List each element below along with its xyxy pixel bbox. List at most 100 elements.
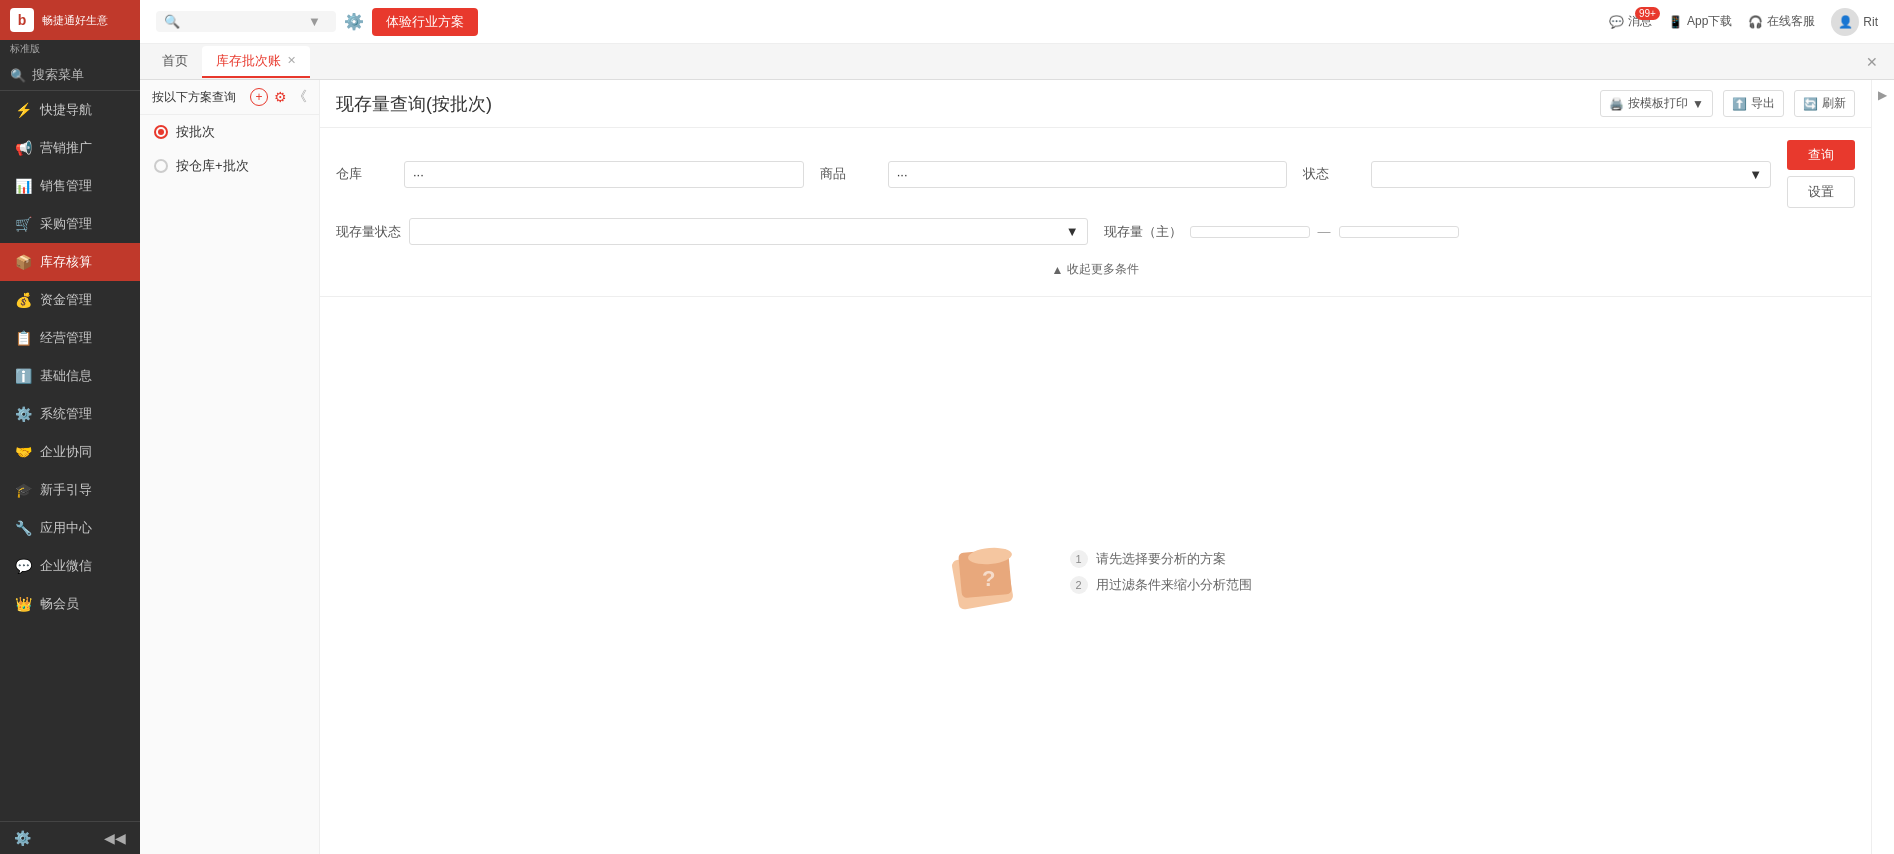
query-button[interactable]: 查询 — [1787, 140, 1855, 170]
vip-icon: 👑 — [14, 595, 32, 613]
sidebar-item-vip[interactable]: 👑 畅会员 — [0, 585, 140, 623]
print-dropdown-icon[interactable]: ▼ — [1692, 97, 1704, 111]
filter-collapse-icon[interactable]: 《 — [293, 88, 307, 106]
topbar-right: 💬 消息 99+ 📱 App下载 🎧 在线客服 👤 Rit — [1609, 8, 1878, 36]
print-label: 按模板打印 — [1628, 95, 1688, 112]
refresh-btn[interactable]: 🔄 刷新 — [1794, 90, 1855, 117]
tab-home-label: 首页 — [162, 52, 188, 70]
stock-status-select[interactable]: ▼ — [409, 218, 1088, 245]
content-wrapper: 按以下方案查询 + ⚙ 《 按批次 按仓库+批次 现存量查询(按批次) — [140, 80, 1894, 854]
sidebar-item-finance[interactable]: 💰 资金管理 — [0, 281, 140, 319]
sidebar-item-label: 企业微信 — [40, 557, 92, 575]
svg-text:?: ? — [982, 566, 995, 591]
collab-icon: 🤝 — [14, 443, 32, 461]
tab-close-main-icon[interactable]: ✕ — [1858, 54, 1886, 70]
sidebar-search-label: 搜索菜单 — [32, 66, 84, 84]
filter-item-label: 按仓库+批次 — [176, 157, 249, 175]
tab-home[interactable]: 首页 — [148, 46, 202, 78]
user-avatar: 👤 — [1831, 8, 1859, 36]
topbar-search-box[interactable]: 🔍 ▼ — [156, 11, 336, 32]
empty-tips: 1 请先选择要分析的方案 2 用过滤条件来缩小分析范围 — [1070, 550, 1252, 602]
settings-button[interactable]: 设置 — [1787, 176, 1855, 208]
stock-min-input[interactable] — [1190, 226, 1310, 238]
user-name: Rit — [1863, 15, 1878, 29]
experience-industry-button[interactable]: 体验行业方案 — [372, 8, 478, 36]
export-btn[interactable]: ⬆️ 导出 — [1723, 90, 1784, 117]
stock-max-input[interactable] — [1339, 226, 1459, 238]
stock-amount-field: 现存量（主） — — [1104, 223, 1856, 241]
filter-item-label: 按批次 — [176, 123, 215, 141]
sidebar-item-label: 基础信息 — [40, 367, 92, 385]
sidebar-header: b 畅捷通好生意 — [0, 0, 140, 40]
sidebar-item-collab[interactable]: 🤝 企业协同 — [0, 433, 140, 471]
export-icon: ⬆️ — [1732, 97, 1747, 111]
sidebar-item-label: 快捷导航 — [40, 101, 92, 119]
tab-batch-label: 库存批次账 — [216, 52, 281, 70]
filter-add-icon[interactable]: + — [250, 88, 268, 106]
print-icon: 🖨️ — [1609, 97, 1624, 111]
tab-close-icon[interactable]: ✕ — [287, 54, 296, 67]
topbar: 🔍 ▼ ⚙️ 体验行业方案 💬 消息 99+ 📱 App下载 🎧 在线客服 — [140, 0, 1894, 44]
warehouse-dots: ··· — [413, 167, 424, 182]
sidebar-item-purchase[interactable]: 🛒 采购管理 — [0, 205, 140, 243]
filter-panel-actions: + ⚙ 《 — [250, 88, 307, 106]
topbar-search-input[interactable] — [184, 15, 304, 29]
print-btn[interactable]: 🖨️ 按模板打印 ▼ — [1600, 90, 1713, 117]
sidebar-item-newbie[interactable]: 🎓 新手引导 — [0, 471, 140, 509]
empty-tip-2: 2 用过滤条件来缩小分析范围 — [1070, 576, 1252, 594]
online-service-btn[interactable]: 🎧 在线客服 — [1748, 13, 1815, 30]
app-logo: b — [10, 8, 34, 32]
status-field: 状态 ▼ — [1303, 161, 1771, 188]
topbar-dropdown-icon[interactable]: ▼ — [308, 14, 321, 29]
product-input[interactable]: ··· — [888, 161, 1288, 188]
message-badge: 99+ — [1635, 7, 1660, 20]
search-conditions: 仓库 ··· 商品 ··· 状态 — [320, 128, 1871, 297]
collapse-conditions-row[interactable]: ▲ 收起更多条件 — [336, 255, 1855, 284]
filter-settings-icon[interactable]: ⚙ — [274, 89, 287, 105]
collapse-label: 收起更多条件 — [1067, 261, 1139, 278]
sidebar-search[interactable]: 🔍 搜索菜单 — [0, 60, 140, 91]
sidebar-item-wechat[interactable]: 💬 企业微信 — [0, 547, 140, 585]
filter-panel-header: 按以下方案查询 + ⚙ 《 — [140, 80, 319, 115]
condition-buttons: 查询 设置 — [1787, 140, 1855, 208]
export-label: 导出 — [1751, 95, 1775, 112]
sidebar-item-basic-info[interactable]: ℹ️ 基础信息 — [0, 357, 140, 395]
right-panel-close[interactable]: ▶ — [1871, 80, 1894, 854]
warehouse-field: 仓库 ··· — [336, 161, 804, 188]
collapse-sidebar-icon[interactable]: ◀◀ — [104, 830, 126, 846]
tip-num-2: 2 — [1070, 576, 1088, 594]
sidebar-item-inventory[interactable]: 📦 库存核算 — [0, 243, 140, 281]
topbar-left: 🔍 ▼ ⚙️ 体验行业方案 — [156, 8, 1597, 36]
tabbar: 首页 库存批次账 ✕ ✕ — [140, 44, 1894, 80]
sidebar-item-app-center[interactable]: 🔧 应用中心 — [0, 509, 140, 547]
sidebar-item-label: 畅会员 — [40, 595, 79, 613]
sidebar-item-label: 库存核算 — [40, 253, 92, 271]
online-service-label: 在线客服 — [1767, 13, 1815, 30]
empty-tip-1: 1 请先选择要分析的方案 — [1070, 550, 1252, 568]
message-btn[interactable]: 💬 消息 99+ — [1609, 13, 1652, 30]
sidebar-item-quick-nav[interactable]: ⚡ 快捷导航 — [0, 91, 140, 129]
settings-footer-icon[interactable]: ⚙️ — [14, 830, 31, 846]
filter-item-by-batch[interactable]: 按批次 — [140, 115, 319, 149]
sidebar-item-label: 采购管理 — [40, 215, 92, 233]
topbar-gear-icon[interactable]: ⚙️ — [344, 12, 364, 31]
status-select[interactable]: ▼ — [1371, 161, 1771, 188]
stock-amount-label: 现存量（主） — [1104, 223, 1182, 241]
sidebar-item-sales[interactable]: 📊 销售管理 — [0, 167, 140, 205]
stock-status-chevron-icon: ▼ — [1066, 224, 1079, 239]
user-avatar-area[interactable]: 👤 Rit — [1831, 8, 1878, 36]
system-icon: ⚙️ — [14, 405, 32, 423]
brand-name: 畅捷通好生意 — [42, 13, 108, 27]
tip-text-1: 请先选择要分析的方案 — [1096, 550, 1226, 568]
sidebar-item-marketing[interactable]: 📢 营销推广 — [0, 129, 140, 167]
filter-item-by-warehouse-batch[interactable]: 按仓库+批次 — [140, 149, 319, 183]
topbar-search-icon: 🔍 — [164, 14, 180, 29]
tab-batch-inventory[interactable]: 库存批次账 ✕ — [202, 46, 310, 78]
app-download-btn[interactable]: 📱 App下载 — [1668, 13, 1732, 30]
service-icon: 🎧 — [1748, 15, 1763, 29]
warehouse-input[interactable]: ··· — [404, 161, 804, 188]
sidebar-item-system[interactable]: ⚙️ 系统管理 — [0, 395, 140, 433]
right-chevron-icon: ▶ — [1876, 88, 1890, 102]
sidebar-nav: ⚡ 快捷导航 📢 营销推广 📊 销售管理 🛒 采购管理 📦 库存核算 💰 资金管… — [0, 91, 140, 821]
sidebar-item-management[interactable]: 📋 经营管理 — [0, 319, 140, 357]
